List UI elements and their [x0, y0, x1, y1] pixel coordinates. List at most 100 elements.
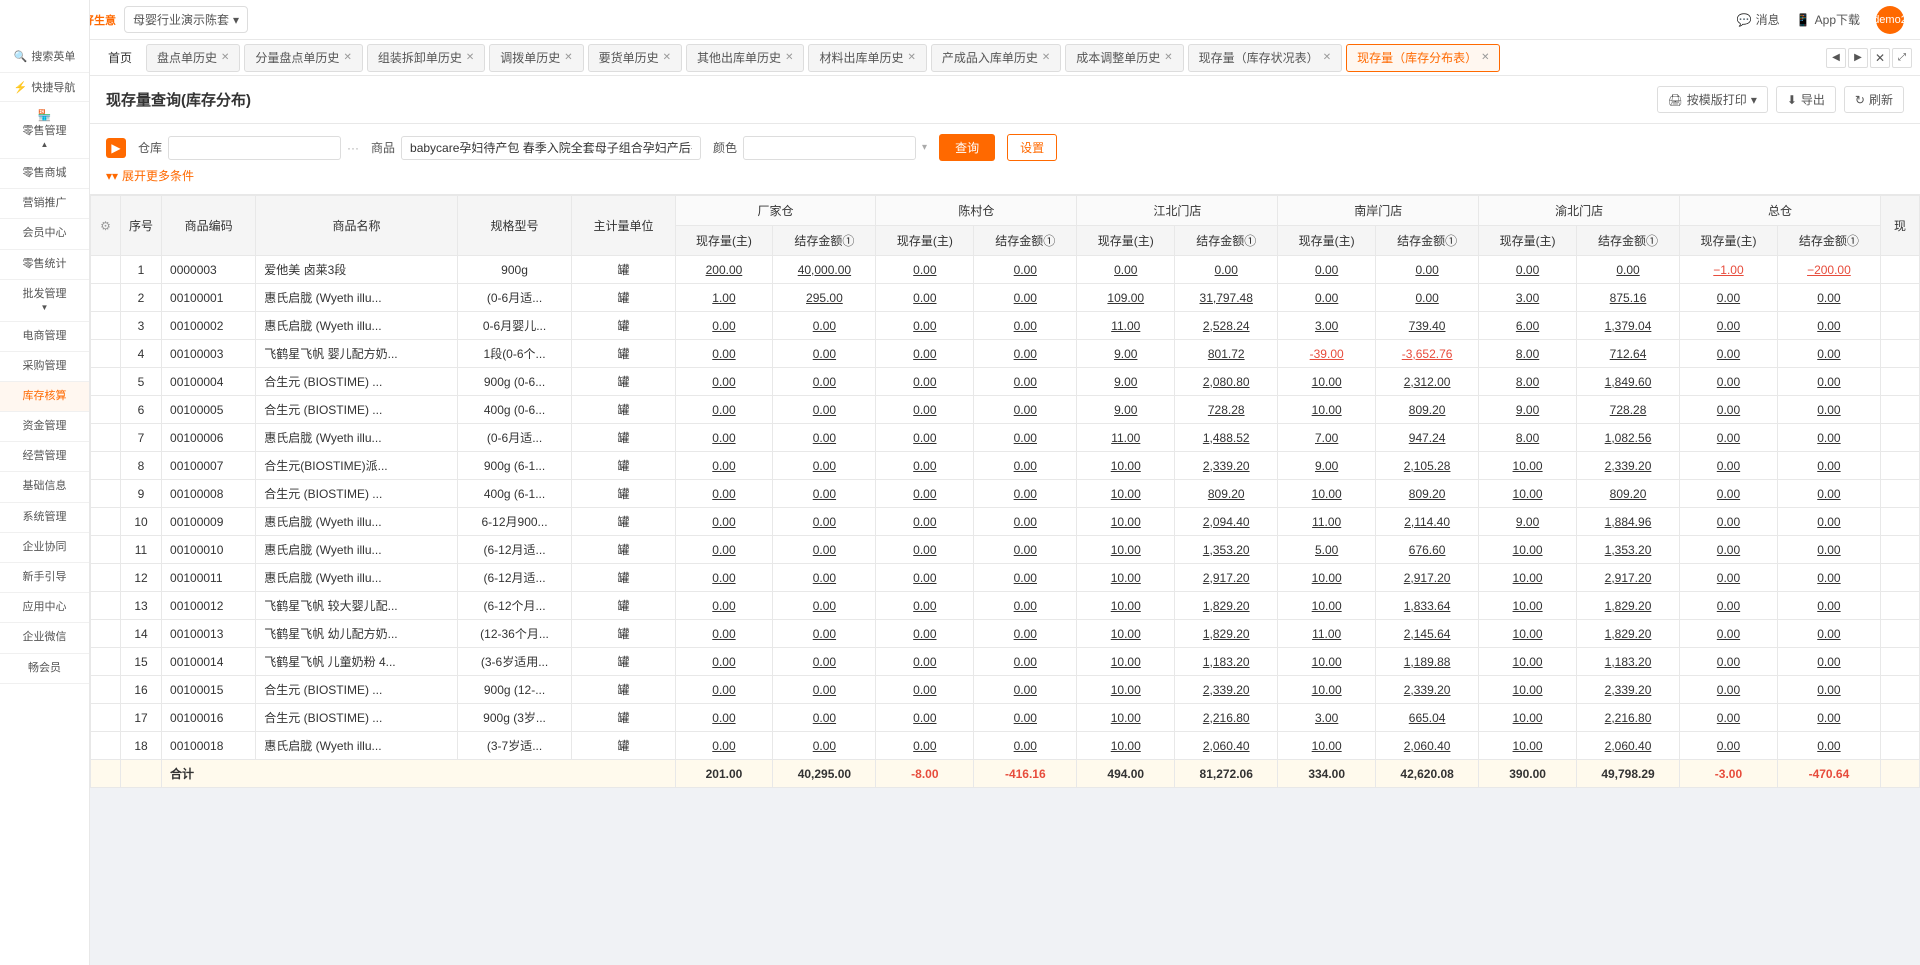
- cell-g4-s1[interactable]: 1,849.60: [1576, 368, 1679, 396]
- cell-g3-s0[interactable]: 11.00: [1278, 508, 1376, 536]
- cell-g5-s0[interactable]: 0.00: [1680, 284, 1778, 312]
- color-input[interactable]: [743, 136, 916, 160]
- cell-g5-s0[interactable]: 0.00: [1680, 704, 1778, 732]
- cell-g3-s0[interactable]: 10.00: [1278, 396, 1376, 424]
- cell-g0-s0[interactable]: 0.00: [675, 508, 773, 536]
- cell-g0-s1[interactable]: 0.00: [773, 648, 876, 676]
- product-input[interactable]: [401, 136, 701, 160]
- cell-g1-s1[interactable]: 0.00: [974, 620, 1077, 648]
- cell-g4-s1[interactable]: 2,060.40: [1576, 732, 1679, 760]
- cell-g3-s0[interactable]: 9.00: [1278, 452, 1376, 480]
- cell-g3-s0[interactable]: 10.00: [1278, 564, 1376, 592]
- tab-other-out[interactable]: 其他出库单历史 ✕: [686, 44, 804, 72]
- sidebar-item-search[interactable]: 🔍 搜索英单: [0, 40, 89, 73]
- cell-g5-s1[interactable]: 0.00: [1777, 732, 1880, 760]
- cell-g0-s1[interactable]: 0.00: [773, 704, 876, 732]
- cell-g3-s0[interactable]: 10.00: [1278, 592, 1376, 620]
- cell-g6-s0[interactable]: [1881, 396, 1920, 424]
- tab-close-icon[interactable]: ✕: [1042, 52, 1050, 63]
- cell-g4-s0[interactable]: 8.00: [1479, 424, 1577, 452]
- cell-g3-s1[interactable]: -3,652.76: [1376, 340, 1479, 368]
- cell-g1-s0[interactable]: 0.00: [876, 564, 974, 592]
- cell-g4-s1[interactable]: 2,216.80: [1576, 704, 1679, 732]
- cell-g4-s0[interactable]: 6.00: [1479, 312, 1577, 340]
- tab-close-icon[interactable]: ✕: [663, 52, 671, 63]
- cell-g2-s0[interactable]: 10.00: [1077, 452, 1175, 480]
- cell-g3-s1[interactable]: 0.00: [1376, 256, 1479, 284]
- cell-g1-s1[interactable]: 0.00: [974, 368, 1077, 396]
- cell-g4-s1[interactable]: 1,829.20: [1576, 620, 1679, 648]
- cell-g2-s1[interactable]: 1,353.20: [1175, 536, 1278, 564]
- cell-g3-s1[interactable]: 1,189.88: [1376, 648, 1479, 676]
- cell-g6-s0[interactable]: [1881, 508, 1920, 536]
- cell-g5-s0[interactable]: 0.00: [1680, 620, 1778, 648]
- cell-g6-s0[interactable]: [1881, 536, 1920, 564]
- cell-g5-s1[interactable]: 0.00: [1777, 704, 1880, 732]
- sidebar-item-appstore[interactable]: 应用中心: [0, 593, 89, 623]
- cell-g0-s1[interactable]: 0.00: [773, 424, 876, 452]
- cell-g0-s0[interactable]: 0.00: [675, 312, 773, 340]
- cell-g2-s0[interactable]: 9.00: [1077, 340, 1175, 368]
- cell-g4-s1[interactable]: 2,339.20: [1576, 676, 1679, 704]
- cell-g1-s0[interactable]: 0.00: [876, 704, 974, 732]
- tab-close-icon[interactable]: ✕: [564, 52, 572, 63]
- cell-g1-s1[interactable]: 0.00: [974, 564, 1077, 592]
- cell-g3-s1[interactable]: 809.20: [1376, 480, 1479, 508]
- tab-stock-status[interactable]: 现存量（库存状况表） ✕: [1188, 44, 1342, 72]
- cell-g5-s1[interactable]: 0.00: [1777, 480, 1880, 508]
- expand-more-button[interactable]: ▾▾ 展开更多条件: [106, 167, 1904, 184]
- cell-g1-s0[interactable]: 0.00: [876, 340, 974, 368]
- cell-g0-s1[interactable]: 0.00: [773, 564, 876, 592]
- warehouse-input[interactable]: [168, 136, 341, 160]
- cell-g1-s1[interactable]: 0.00: [974, 508, 1077, 536]
- cell-g1-s1[interactable]: 0.00: [974, 284, 1077, 312]
- cell-g6-s0[interactable]: [1881, 732, 1920, 760]
- cell-g5-s1[interactable]: 0.00: [1777, 536, 1880, 564]
- cell-g0-s1[interactable]: 0.00: [773, 676, 876, 704]
- cell-g1-s1[interactable]: 0.00: [974, 256, 1077, 284]
- cell-g4-s0[interactable]: 8.00: [1479, 368, 1577, 396]
- tab-combo-split[interactable]: 组装拆卸单历史 ✕: [367, 44, 485, 72]
- cell-g1-s1[interactable]: 0.00: [974, 424, 1077, 452]
- cell-g4-s1[interactable]: 728.28: [1576, 396, 1679, 424]
- tab-stocktake-split[interactable]: 分量盘点单历史 ✕: [244, 44, 362, 72]
- cell-g3-s0[interactable]: 0.00: [1278, 284, 1376, 312]
- sidebar-item-basic[interactable]: 基础信息: [0, 472, 89, 502]
- cell-g2-s1[interactable]: 2,339.20: [1175, 452, 1278, 480]
- nav-close-all-button[interactable]: ✕: [1870, 48, 1890, 68]
- cell-g1-s0[interactable]: 0.00: [876, 480, 974, 508]
- cell-g2-s1[interactable]: 728.28: [1175, 396, 1278, 424]
- cell-g6-s0[interactable]: [1881, 424, 1920, 452]
- cell-g5-s0[interactable]: 0.00: [1680, 452, 1778, 480]
- cell-g5-s1[interactable]: 0.00: [1777, 620, 1880, 648]
- cell-g1-s1[interactable]: 0.00: [974, 536, 1077, 564]
- cell-g5-s0[interactable]: 0.00: [1680, 732, 1778, 760]
- sidebar-item-ecommerce[interactable]: 电商管理: [0, 322, 89, 352]
- cell-g4-s1[interactable]: 2,339.20: [1576, 452, 1679, 480]
- cell-g6-s0[interactable]: [1881, 256, 1920, 284]
- cell-g0-s0[interactable]: 0.00: [675, 732, 773, 760]
- tab-close-icon[interactable]: ✕: [785, 52, 793, 63]
- tab-material-out[interactable]: 材料出库单历史 ✕: [808, 44, 926, 72]
- cell-g3-s0[interactable]: 10.00: [1278, 368, 1376, 396]
- sidebar-item-quicknav[interactable]: ⚡ 快捷导航: [0, 73, 89, 102]
- cell-g4-s1[interactable]: 2,917.20: [1576, 564, 1679, 592]
- cell-g6-s0[interactable]: [1881, 676, 1920, 704]
- cell-g6-s0[interactable]: [1881, 452, 1920, 480]
- cell-g2-s0[interactable]: 9.00: [1077, 368, 1175, 396]
- sidebar-item-guide[interactable]: 新手引导: [0, 563, 89, 593]
- sidebar-item-purchase[interactable]: 采购管理: [0, 352, 89, 382]
- cell-g3-s0[interactable]: 10.00: [1278, 732, 1376, 760]
- cell-g4-s0[interactable]: 0.00: [1479, 256, 1577, 284]
- sidebar-item-stats[interactable]: 零售统计: [0, 250, 89, 280]
- cell-g4-s0[interactable]: 10.00: [1479, 564, 1577, 592]
- cell-g4-s0[interactable]: 10.00: [1479, 648, 1577, 676]
- cell-g1-s0[interactable]: 0.00: [876, 424, 974, 452]
- cell-g2-s1[interactable]: 2,528.24: [1175, 312, 1278, 340]
- cell-g0-s1[interactable]: 0.00: [773, 396, 876, 424]
- cell-g4-s1[interactable]: 1,829.20: [1576, 592, 1679, 620]
- cell-g0-s0[interactable]: 0.00: [675, 424, 773, 452]
- cell-g3-s1[interactable]: 2,312.00: [1376, 368, 1479, 396]
- tab-close-icon[interactable]: ✕: [343, 52, 351, 63]
- cell-g3-s1[interactable]: 2,060.40: [1376, 732, 1479, 760]
